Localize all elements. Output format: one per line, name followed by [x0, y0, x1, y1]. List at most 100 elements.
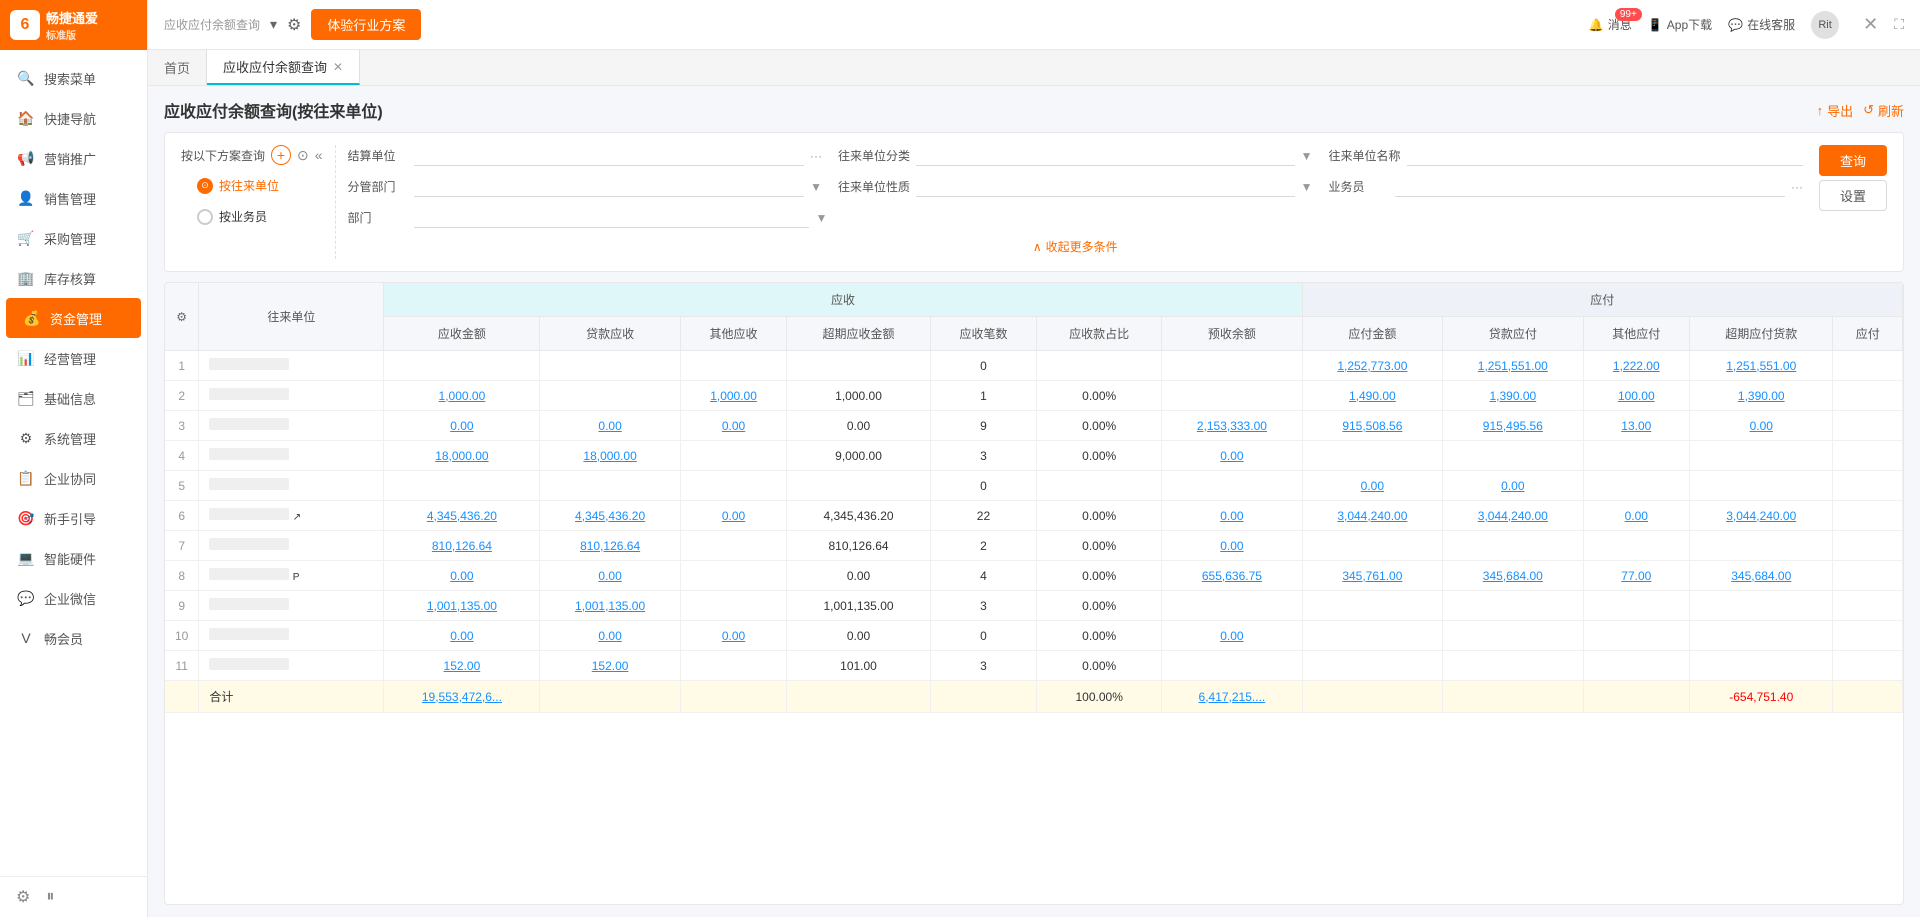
marketing-icon: 📢 [16, 148, 36, 168]
manage-dept-input[interactable] [414, 176, 805, 197]
query-button[interactable]: 查询 [1819, 145, 1887, 176]
table-row: 7 810,126.64 810,126.64 810,126.64 2 0.0… [165, 531, 1903, 561]
sidebar-item-guide[interactable]: 🎯 新手引导 [0, 498, 147, 538]
sidebar-item-quicknav[interactable]: 🏠 快捷导航 [0, 98, 147, 138]
table-row: 8 P 0.00 0.00 0.00 4 0.00% 655,636.75 34… [165, 561, 1903, 591]
col-receivable-group-header: 应收 [384, 283, 1302, 317]
tab-home[interactable]: 首页 [148, 50, 207, 85]
unit-nature-input[interactable] [916, 176, 1295, 197]
footer-pay-total: -654,751.40 [1690, 681, 1833, 713]
guide-icon: 🎯 [16, 508, 36, 528]
dept-dropdown-icon[interactable]: ▼ [815, 211, 827, 225]
sidebar-item-member[interactable]: V 畅会员 [0, 618, 147, 658]
sidebar-item-marketing[interactable]: 📢 营销推广 [0, 138, 147, 178]
sidebar-item-basic[interactable]: 🗂 基础信息 [0, 378, 147, 418]
close-icon[interactable]: ✕ [1863, 14, 1878, 35]
table-row: 9 1,001,135.00 1,001,135.00 1,001,135.00… [165, 591, 1903, 621]
tab-bar: 首页 应收应付余额查询 ✕ [148, 50, 1920, 86]
settings-icon[interactable]: ⚙ [16, 887, 30, 907]
chevron-up-icon: ∧ [1033, 240, 1042, 254]
table-row: 4 18,000.00 18,000.00 9,000.00 3 0.00% 0… [165, 441, 1903, 471]
table-row: 11 152.00 152.00 101.00 3 0.00% [165, 651, 1903, 681]
col-rec-count-header: 应收笔数 [930, 317, 1036, 351]
salesperson-dots[interactable]: ··· [1791, 180, 1803, 194]
col-advance-bal-header: 预收余额 [1162, 317, 1302, 351]
collapse-scheme-icon[interactable]: « [315, 147, 323, 163]
sidebar-item-search[interactable]: 🔍 搜索菜单 [0, 58, 147, 98]
refresh-button[interactable]: ↺ 刷新 [1863, 101, 1904, 120]
col-settings-header[interactable]: ⚙ [165, 283, 199, 351]
add-scheme-button[interactable]: + [271, 145, 291, 165]
notice-badge: 99+ [1615, 8, 1642, 21]
sidebar-item-hardware[interactable]: 💻 智能硬件 [0, 538, 147, 578]
setting-button[interactable]: 设置 [1819, 180, 1887, 211]
refresh-icon: ↺ [1863, 102, 1874, 118]
salesperson-input[interactable] [1395, 176, 1785, 197]
sidebar-item-operation[interactable]: 📊 经营管理 [0, 338, 147, 378]
sidebar-item-system[interactable]: ⚙ 系统管理 [0, 418, 147, 458]
scheme-unit-icon: ⊙ [197, 178, 213, 194]
unit-category-field: 往来单位分类 ▼ [838, 145, 1312, 166]
collapse-icon[interactable]: ⏸ [46, 888, 54, 906]
user-menu[interactable]: Rit [1811, 11, 1839, 39]
settlement-unit-field: 结算单位 ··· [348, 145, 822, 166]
table-row: 2 1,000.00 1,000.00 1,000.00 1 0.00% 1,4… [165, 381, 1903, 411]
unit-name-input[interactable] [1407, 145, 1803, 166]
tab-balance[interactable]: 应收应付余额查询 ✕ [207, 50, 360, 85]
page-actions: ↑ 导出 ↺ 刷新 [1817, 101, 1904, 120]
breadcrumb-dropdown-icon[interactable]: ▾ [270, 16, 277, 33]
filter-fields: 结算单位 ··· 往来单位分类 ▼ 往来单位名称 [348, 145, 1803, 259]
sidebar-item-cooperation[interactable]: 📋 企业协同 [0, 458, 147, 498]
logo-icon: 6 [10, 10, 40, 40]
sidebar-logo: 6 畅捷通爱 标准版 [0, 0, 147, 50]
sidebar-item-wechat[interactable]: 💬 企业微信 [0, 578, 147, 618]
basic-icon: 🗂 [16, 388, 36, 408]
scheme-by-staff[interactable]: 按业务员 [189, 204, 323, 229]
scheme-selector: 按以下方案查询 + ⊙ « ⊙ 按往来单位 按业务员 [181, 145, 336, 259]
dept-input[interactable] [414, 207, 810, 228]
unit-nature-dropdown-icon[interactable]: ▼ [1301, 180, 1313, 194]
settings-scheme-icon[interactable]: ⊙ [297, 147, 309, 164]
filter-panel: 按以下方案查询 + ⊙ « ⊙ 按往来单位 按业务员 [164, 132, 1904, 272]
unit-category-dropdown-icon[interactable]: ▼ [1301, 149, 1313, 163]
online-service-button[interactable]: 💬 在线客服 [1728, 16, 1795, 33]
industry-solution-button[interactable]: 体验行业方案 [311, 9, 421, 40]
sidebar-item-purchase[interactable]: 🛒 采购管理 [0, 218, 147, 258]
sidebar-item-sales[interactable]: 👤 销售管理 [0, 178, 147, 218]
unit-category-input[interactable] [916, 145, 1295, 166]
unit-name-field: 往来单位名称 [1329, 145, 1803, 166]
salesperson-field: 业务员 ··· [1329, 176, 1803, 197]
settlement-unit-input[interactable] [414, 145, 804, 166]
dept-field: 部门 ▼ [348, 207, 828, 228]
notice-button[interactable]: 🔔 消息 99+ [1589, 16, 1632, 33]
col-unit-header: 往来单位 [199, 283, 384, 351]
table-row: 10 0.00 0.00 0.00 0.00 0 0.00% 0.00 [165, 621, 1903, 651]
system-icon: ⚙ [16, 428, 36, 448]
page-header: 应收应付余额查询(按往来单位) ↑ 导出 ↺ 刷新 [164, 98, 1904, 122]
inventory-icon: 🏢 [16, 268, 36, 288]
export-button[interactable]: ↑ 导出 [1817, 101, 1854, 120]
tab-close-icon[interactable]: ✕ [333, 60, 343, 74]
manage-dept-dropdown-icon[interactable]: ▼ [810, 180, 822, 194]
scheme-staff-icon [197, 209, 213, 225]
sidebar: 6 畅捷通爱 标准版 🔍 搜索菜单 🏠 快捷导航 📢 营销推广 👤 销售管理 🛒… [0, 0, 148, 917]
service-icon: 💬 [1728, 18, 1743, 32]
table-row: 6 ↗ 4,345,436.20 4,345,436.20 0.00 4,345… [165, 501, 1903, 531]
sidebar-item-finance[interactable]: 💰 资金管理 [6, 298, 141, 338]
footer-advance-total[interactable]: 6,417,215.... [1162, 681, 1302, 713]
sales-icon: 👤 [16, 188, 36, 208]
app-download-button[interactable]: 📱 App下载 [1648, 16, 1712, 33]
header-breadcrumb: 应收应付余额查询 [164, 16, 260, 33]
app-icon: 📱 [1648, 18, 1663, 32]
col-loan-rec-header: 贷款应收 [540, 317, 680, 351]
page-title: 应收应付余额查询(按往来单位) [164, 98, 383, 122]
maximize-icon[interactable]: ⛶ [1894, 16, 1904, 33]
sidebar-item-inventory[interactable]: 🏢 库存核算 [0, 258, 147, 298]
footer-rec-total[interactable]: 19,553,472,6... [384, 681, 540, 713]
collapse-more-button[interactable]: ∧ 收起更多条件 [1029, 234, 1122, 259]
settlement-unit-dots[interactable]: ··· [810, 149, 822, 163]
data-table: ⚙ 往来单位 应收 应付 应收金额 贷款应收 其他应收 超期应收金额 应收笔数 … [165, 283, 1903, 713]
footer-label: 合计 [199, 681, 384, 713]
header-gear-icon[interactable]: ⚙ [287, 15, 301, 35]
scheme-by-unit[interactable]: ⊙ 按往来单位 [189, 173, 323, 198]
